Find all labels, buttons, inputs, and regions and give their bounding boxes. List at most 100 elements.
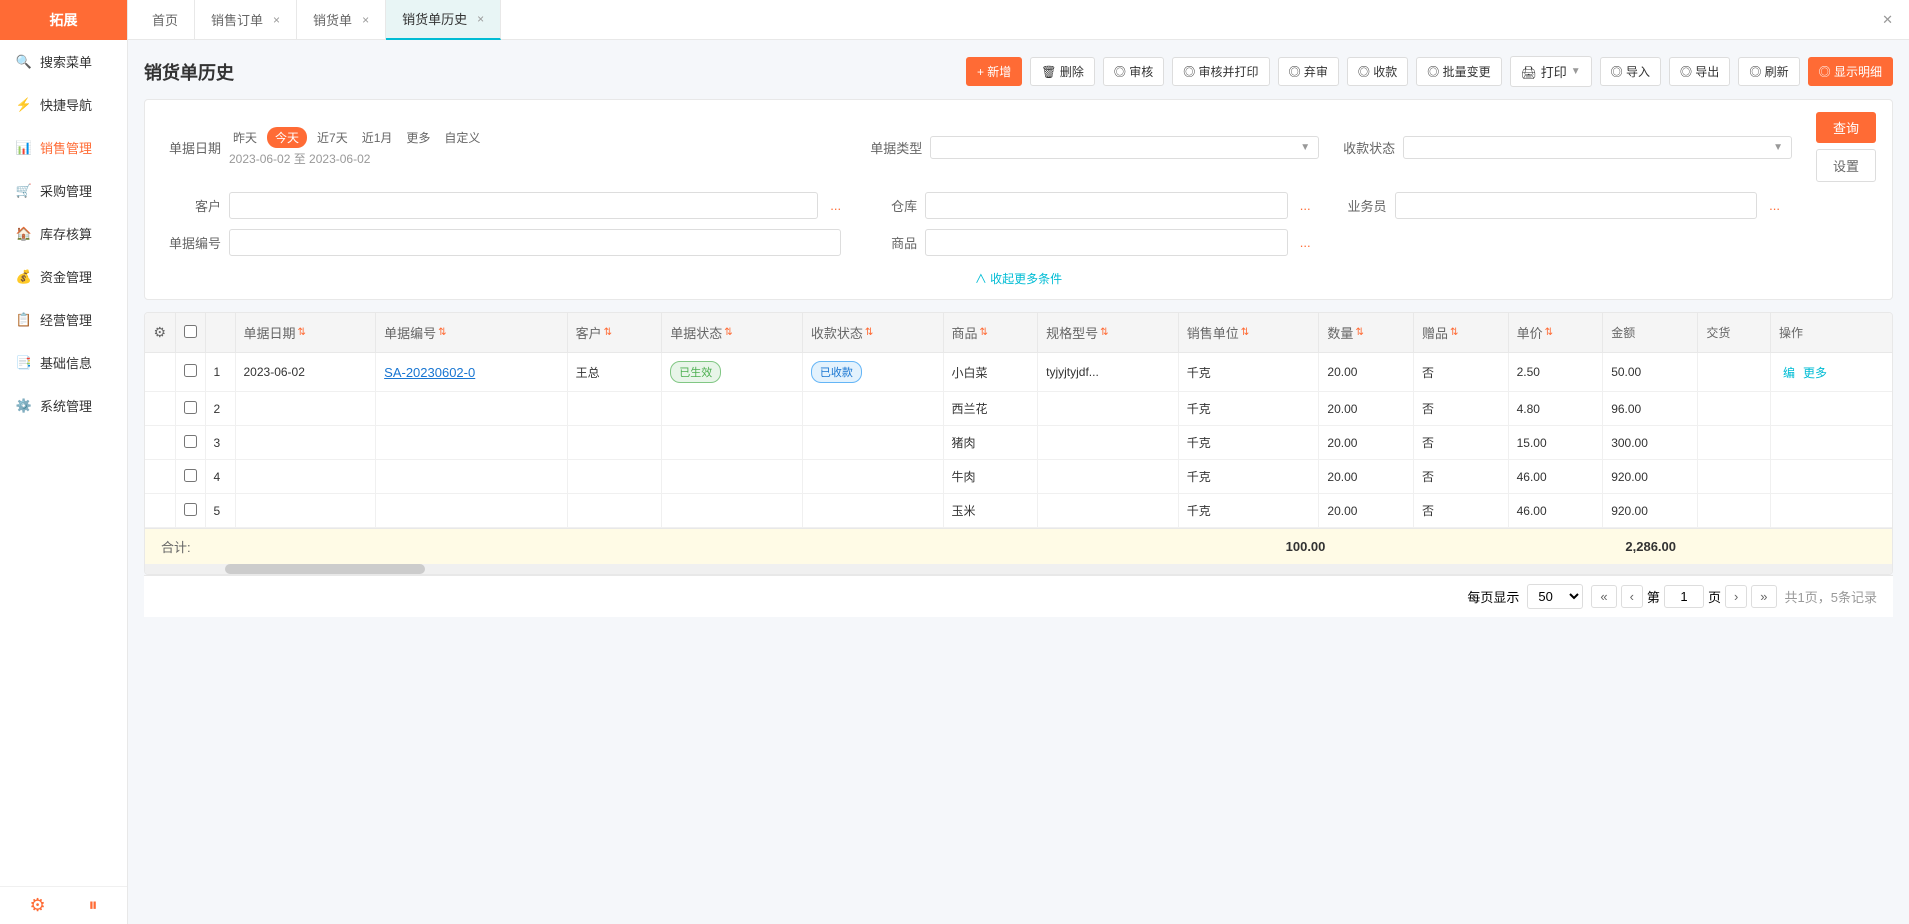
export-button[interactable]: ◎ 导出 — [1669, 57, 1730, 86]
goods-input[interactable] — [925, 229, 1288, 256]
cell-checkbox[interactable] — [175, 494, 205, 528]
setting-button[interactable]: 设置 — [1816, 149, 1876, 182]
select-all-checkbox[interactable] — [184, 325, 197, 338]
settings-icon[interactable]: ⚙ — [29, 895, 45, 916]
abandon-button[interactable]: ◎ 弃审 — [1278, 57, 1339, 86]
sidebar-item-basic-info[interactable]: 📑 基础信息 — [0, 341, 127, 384]
doc-no-input[interactable] — [229, 229, 841, 256]
date-tab-7days[interactable]: 近7天 — [313, 127, 352, 148]
doc-type-dropdown-arrow: ▼ — [1300, 142, 1310, 153]
search-collapse[interactable]: ∧ 收起更多条件 — [161, 266, 1876, 287]
tab-sales-order-close[interactable]: × — [273, 14, 280, 26]
review-button[interactable]: ◎ 审核 — [1103, 57, 1164, 86]
col-quantity[interactable]: 数量 ⇅ — [1319, 313, 1414, 353]
tab-sales-order[interactable]: 销售订单 × — [195, 0, 297, 40]
col-doc-no[interactable]: 单据编号 ⇅ — [376, 313, 567, 353]
col-gift[interactable]: 赠品 ⇅ — [1414, 313, 1509, 353]
doc-no-link[interactable]: SA-20230602-0 — [384, 365, 475, 380]
sidebar-logo: 拓展 — [0, 0, 127, 40]
warehouse-ellipsis[interactable]: ... — [1300, 198, 1311, 213]
date-tab-custom[interactable]: 自定义 — [440, 127, 484, 148]
cell-checkbox[interactable] — [175, 392, 205, 426]
review-print-button[interactable]: ◎ 审核并打印 — [1172, 57, 1269, 86]
tab-sales-goods-close[interactable]: × — [362, 14, 369, 26]
col-unit[interactable]: 销售单位 ⇅ — [1178, 313, 1319, 353]
sidebar-item-finance[interactable]: 💰 资金管理 — [0, 255, 127, 298]
tab-bar-close-all[interactable]: ✕ — [1874, 8, 1901, 32]
tab-sales-goods[interactable]: 销货单 × — [297, 0, 386, 40]
tab-bar: 首页 销售订单 × 销货单 × 销货单历史 × ✕ — [128, 0, 1909, 40]
cell-checkbox[interactable] — [175, 460, 205, 494]
prev-page-button[interactable]: ‹ — [1621, 585, 1643, 608]
date-tab-today[interactable]: 今天 — [267, 127, 307, 148]
cell-doc-no: SA-20230602-0 — [376, 353, 567, 392]
pause-icon[interactable]: ⏸ — [89, 895, 98, 916]
row-checkbox[interactable] — [184, 469, 197, 482]
new-button[interactable]: + 新增 — [966, 57, 1022, 86]
customer-input[interactable] — [229, 192, 818, 219]
page-content: 销货单历史 + 新增 🗑 删除 ◎ 审核 ◎ 审核并打印 ◎ 弃审 ◎ 收款 ◎… — [128, 40, 1909, 924]
sidebar-item-search[interactable]: 🔍 搜索菜单 — [0, 40, 127, 83]
first-page-button[interactable]: « — [1591, 585, 1616, 608]
tab-sales-history-close[interactable]: × — [477, 13, 484, 25]
refresh-button[interactable]: ◎ 刷新 — [1738, 57, 1799, 86]
tab-sales-history[interactable]: 销货单历史 × — [386, 0, 501, 40]
date-tab-more[interactable]: 更多 — [402, 127, 434, 148]
sidebar-item-quick-nav[interactable]: ⚡ 快捷导航 — [0, 83, 127, 126]
import-button[interactable]: ◎ 导入 — [1600, 57, 1661, 86]
col-goods[interactable]: 商品 ⇅ — [943, 313, 1038, 353]
date-tab-1month[interactable]: 近1月 — [358, 127, 397, 148]
sidebar-item-purchase[interactable]: 🛒 采购管理 — [0, 169, 127, 212]
col-checkbox[interactable] — [175, 313, 205, 353]
collect-button[interactable]: ◎ 收款 — [1347, 57, 1408, 86]
doc-type-select[interactable]: ▼ — [930, 136, 1319, 159]
sidebar-item-operations[interactable]: 📋 经营管理 — [0, 298, 127, 341]
col-unit-price[interactable]: 单价 ⇅ — [1508, 313, 1603, 353]
col-settings[interactable]: ⚙ — [145, 313, 175, 353]
next-page-button[interactable]: › — [1725, 585, 1747, 608]
page-nav: « ‹ 第 页 › » — [1591, 585, 1776, 608]
cell-doc-no — [376, 494, 567, 528]
data-table: ⚙ 单据日期 ⇅ — [144, 312, 1893, 575]
payment-status-select[interactable]: ▼ — [1403, 136, 1792, 159]
row-checkbox[interactable] — [184, 364, 197, 377]
page-size-select[interactable]: 50 10 20 100 — [1527, 584, 1583, 609]
goods-ellipsis[interactable]: ... — [1300, 235, 1311, 250]
table-settings-icon[interactable]: ⚙ — [153, 324, 166, 340]
print-button[interactable]: 🖨 打印 ▼ — [1510, 56, 1592, 87]
cell-checkbox[interactable] — [175, 353, 205, 392]
staff-ellipsis[interactable]: ... — [1769, 198, 1780, 213]
sidebar-item-sales[interactable]: 📊 销售管理 — [0, 126, 127, 169]
col-spec[interactable]: 规格型号 ⇅ — [1038, 313, 1179, 353]
sidebar-item-inventory[interactable]: 🏠 库存核算 — [0, 212, 127, 255]
cell-spec — [1038, 460, 1179, 494]
table-scroll-thumb[interactable] — [225, 564, 425, 574]
cell-transaction — [1698, 353, 1771, 392]
table-scrollbar[interactable] — [145, 564, 1892, 574]
date-tab-yesterday[interactable]: 昨天 — [229, 127, 261, 148]
sidebar-item-system[interactable]: ⚙️ 系统管理 — [0, 384, 127, 427]
delete-button[interactable]: 🗑 删除 — [1030, 57, 1095, 86]
footer-total-quantity: 100.00 — [1286, 539, 1326, 554]
row-checkbox[interactable] — [184, 435, 197, 448]
sort-quantity-icon: ⇅ — [1355, 327, 1363, 338]
row-checkbox[interactable] — [184, 401, 197, 414]
page-number-input[interactable] — [1664, 585, 1704, 608]
customer-ellipsis[interactable]: ... — [830, 198, 841, 213]
col-customer[interactable]: 客户 ⇅ — [567, 313, 662, 353]
col-doc-date[interactable]: 单据日期 ⇅ — [235, 313, 376, 353]
staff-input[interactable] — [1395, 192, 1758, 219]
col-payment-status[interactable]: 收款状态 ⇅ — [802, 313, 943, 353]
display-detail-button[interactable]: ◎ 显示明细 — [1808, 57, 1893, 86]
tab-home[interactable]: 首页 — [136, 0, 195, 40]
col-amount: 金额 — [1603, 313, 1698, 353]
row-checkbox[interactable] — [184, 503, 197, 516]
cell-checkbox[interactable] — [175, 426, 205, 460]
last-page-button[interactable]: » — [1751, 585, 1776, 608]
batch-change-button[interactable]: ◎ 批量变更 — [1416, 57, 1501, 86]
warehouse-input[interactable] — [925, 192, 1288, 219]
more-action-button[interactable]: 更多 — [1799, 362, 1831, 383]
edit-action-button[interactable]: 编 — [1779, 362, 1799, 383]
col-doc-status[interactable]: 单据状态 ⇅ — [662, 313, 803, 353]
query-button[interactable]: 查询 — [1816, 112, 1876, 143]
